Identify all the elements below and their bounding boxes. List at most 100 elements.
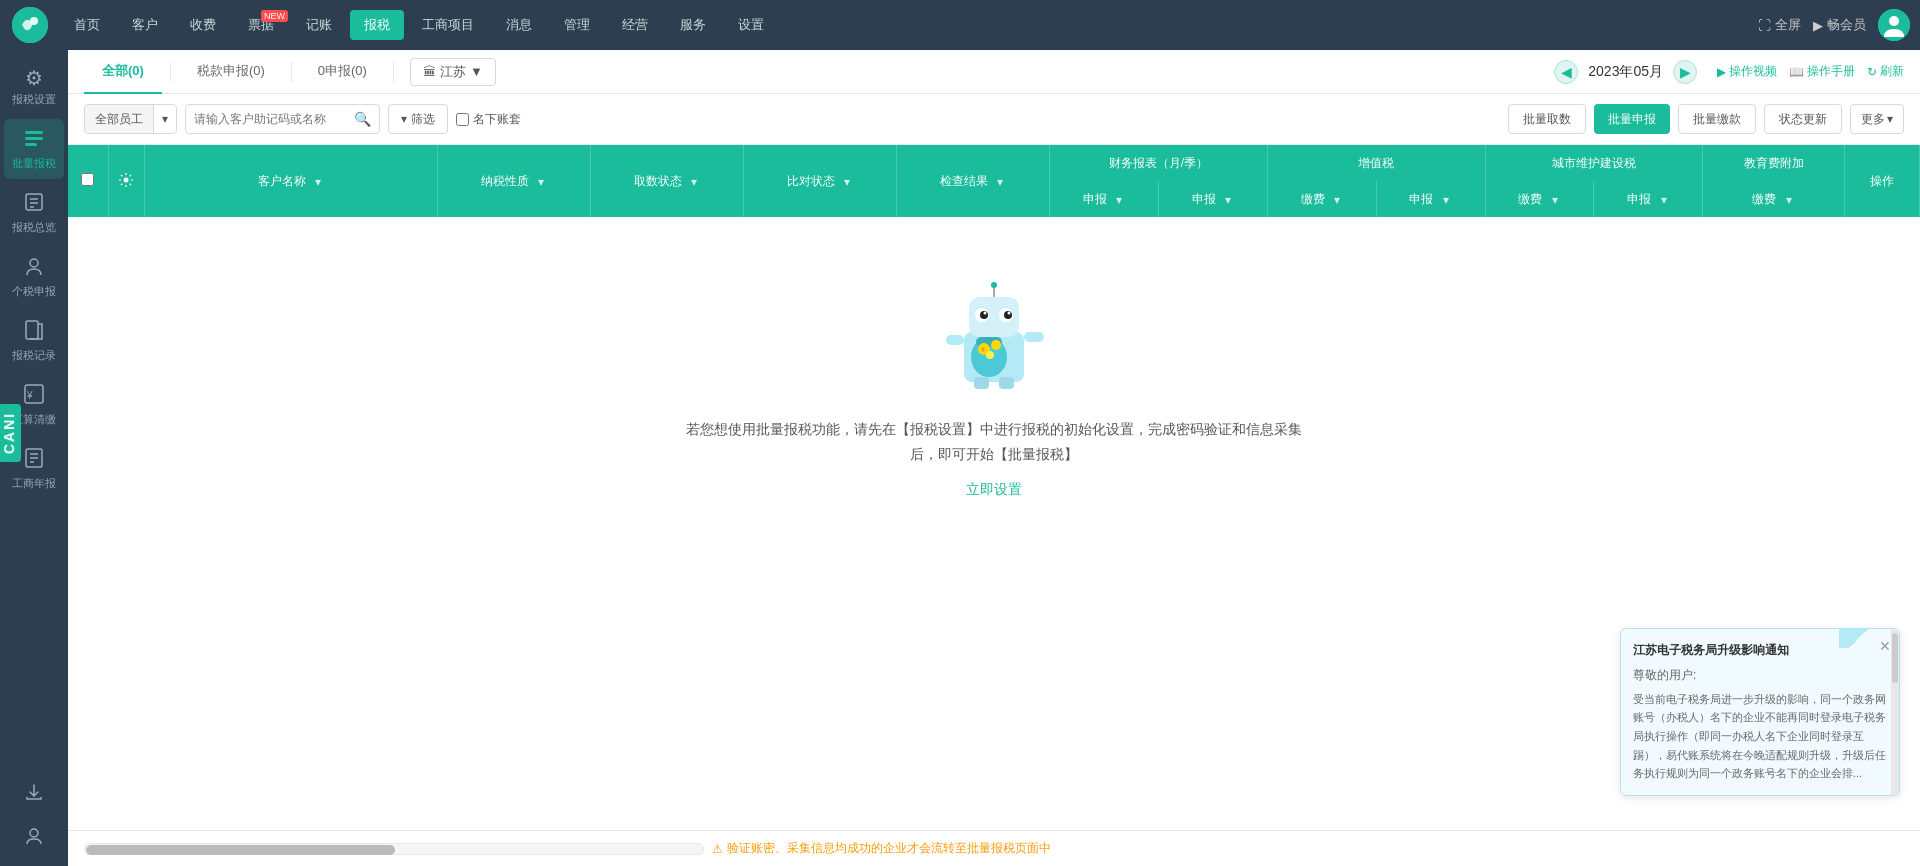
th-vat: 增值税 [1267,145,1485,181]
batch-fetch-btn[interactable]: 批量取数 [1508,104,1586,134]
filter-fetch-icon[interactable]: ▾ [688,175,700,187]
checkbox-label[interactable]: 名下账套 [456,111,521,128]
tab-zero-declare[interactable]: 0申报(0) [300,50,385,94]
filter-button[interactable]: ▾ 筛选 [388,104,448,134]
next-month-btn[interactable]: ▶ [1673,60,1697,84]
tab-bar: 全部(0) 税款申报(0) 0申报(0) 🏛 江苏 ▼ ◀ 2023年05月 ▶… [68,50,1920,94]
svg-point-28 [1007,312,1010,315]
nav-operation[interactable]: 经营 [608,10,662,40]
more-btn[interactable]: 更多 ▾ [1850,104,1904,134]
svg-rect-12 [26,321,38,339]
search-input[interactable] [186,112,346,126]
employee-selector[interactable]: 全部员工 ▾ [84,104,177,134]
svg-point-1 [30,17,38,25]
sidebar-item-tax-summary[interactable]: 报税总览 [4,183,64,243]
table-body: ¥ 若您想使用批量报税功能，请先在【报税设置】中进行报税的初始化设置，完成密码验… [68,217,1920,563]
nav-business[interactable]: 工商项目 [408,10,488,40]
notification-scrollbar[interactable] [1891,629,1899,795]
svg-text:¥: ¥ [981,346,985,353]
prev-month-btn[interactable]: ◀ [1554,60,1578,84]
tab-divider-1 [170,62,171,82]
filter-compare-icon[interactable]: ▾ [841,175,853,187]
horizontal-scrollbar[interactable] [84,843,704,855]
warning-text: ⚠ 验证账密、采集信息均成功的企业才会流转至批量报税页面中 [712,840,1051,857]
notification-greeting: 尊敬的用户: [1633,666,1887,685]
th-city-pay: 缴费 ▾ [1485,181,1594,217]
sidebar-download[interactable] [4,774,64,810]
svg-rect-6 [25,143,37,146]
refresh-action[interactable]: ↻ 刷新 [1867,63,1904,80]
nav-tax[interactable]: 报税 [350,10,404,40]
th-operation: 操作 [1844,145,1919,217]
sidebar-label-batch-tax: 批量报税 [12,156,56,171]
tab-tax-declare[interactable]: 税款申报(0) [179,50,283,94]
province-dropdown-icon: ▼ [470,64,483,79]
checkbox-account[interactable] [456,113,469,126]
notification-close-btn[interactable]: ✕ [1879,635,1891,657]
batch-pay-btn[interactable]: 批量缴款 [1678,104,1756,134]
svg-point-37 [986,351,994,359]
sidebar-item-batch-tax[interactable]: 批量报税 [4,119,64,179]
th-edu-pay: 缴费 ▾ [1703,181,1844,217]
filter-vat-pay-icon[interactable]: ▾ [1331,193,1343,205]
sidebar-item-personal-tax[interactable]: 个税申报 [4,247,64,307]
status-update-btn[interactable]: 状态更新 [1764,104,1842,134]
employee-label: 全部员工 [85,105,154,133]
vip-btn[interactable]: ▶ 畅会员 [1813,16,1866,34]
nav-fee[interactable]: 收费 [176,10,230,40]
fullscreen-btn[interactable]: ⛶ 全屏 [1758,16,1801,34]
filter-check-icon[interactable]: ▾ [994,175,1006,187]
svg-point-11 [30,259,38,267]
filter-vat-declare-icon[interactable]: ▾ [1222,193,1234,205]
setup-link[interactable]: 立即设置 [966,475,1022,503]
empty-state: ¥ 若您想使用批量报税功能，请先在【报税设置】中进行报税的初始化设置，完成密码验… [68,217,1920,563]
more-chevron-icon: ▾ [1887,112,1893,126]
employee-dropdown[interactable]: ▾ [154,105,176,133]
nav-service[interactable]: 服务 [666,10,720,40]
nav-ticket[interactable]: 票据 NEW [234,10,288,40]
select-all-checkbox[interactable] [81,173,94,186]
batch-declare-btn[interactable]: 批量申报 [1594,104,1670,134]
th-check-result: 检查结果 ▾ [897,145,1050,217]
user-avatar[interactable] [1878,9,1910,41]
filter-city-pay-icon[interactable]: ▾ [1549,193,1561,205]
tab-all[interactable]: 全部(0) [84,50,162,94]
nav-message[interactable]: 消息 [492,10,546,40]
tax-summary-icon [23,191,45,216]
app-logo[interactable] [10,5,50,45]
nav-accounting[interactable]: 记账 [292,10,346,40]
search-button[interactable]: 🔍 [346,111,379,127]
filter-edu-declare-icon[interactable]: ▾ [1658,193,1670,205]
video-action[interactable]: ▶ 操作视频 [1717,63,1777,80]
annual-report-icon [23,447,45,472]
notification-content: 受当前电子税务局进一步升级的影响，同一个政务网账号（办税人）名下的企业不能再同时… [1633,690,1887,783]
th-fin-declare: 申报 ▾ [1049,181,1158,217]
sidebar-user[interactable] [4,818,64,854]
svg-rect-31 [946,335,964,345]
notification-scrollbar-thumb [1892,633,1898,683]
bottom-bar: ⚠ 验证账密、采集信息均成功的企业才会流转至批量报税页面中 [68,830,1920,866]
robot-illustration: ¥ [934,277,1054,397]
personal-tax-icon [23,255,45,280]
nav-settings[interactable]: 设置 [724,10,778,40]
filter-city-declare-icon[interactable]: ▾ [1440,193,1452,205]
nav-customer[interactable]: 客户 [118,10,172,40]
search-box: 🔍 [185,104,380,134]
toolbar-right: 批量取数 批量申报 批量缴款 状态更新 更多 ▾ [1508,104,1904,134]
th-fetch-status: 取数状态 ▾ [591,145,744,217]
manual-action[interactable]: 📖 操作手册 [1789,63,1855,80]
province-selector[interactable]: 🏛 江苏 ▼ [410,58,496,86]
sidebar-item-tax-records[interactable]: 报税记录 [4,311,64,371]
th-settings [108,145,144,217]
sidebar-item-tax-settings[interactable]: ⚙ 报税设置 [4,60,64,115]
tab-divider-2 [291,62,292,82]
filter-nature-icon[interactable]: ▾ [535,175,547,187]
province-label: 江苏 [440,63,466,81]
nav-home[interactable]: 首页 [60,10,114,40]
filter-fin-declare-icon[interactable]: ▾ [1113,193,1125,205]
empty-state-message: 若您想使用批量报税功能，请先在【报税设置】中进行报税的初始化设置，完成密码验证和… [674,417,1314,467]
filter-edu-pay-icon[interactable]: ▾ [1783,193,1795,205]
filter-customer-icon[interactable]: ▾ [312,175,324,187]
nav-management[interactable]: 管理 [550,10,604,40]
th-city-declare: 申报 ▾ [1376,181,1485,217]
